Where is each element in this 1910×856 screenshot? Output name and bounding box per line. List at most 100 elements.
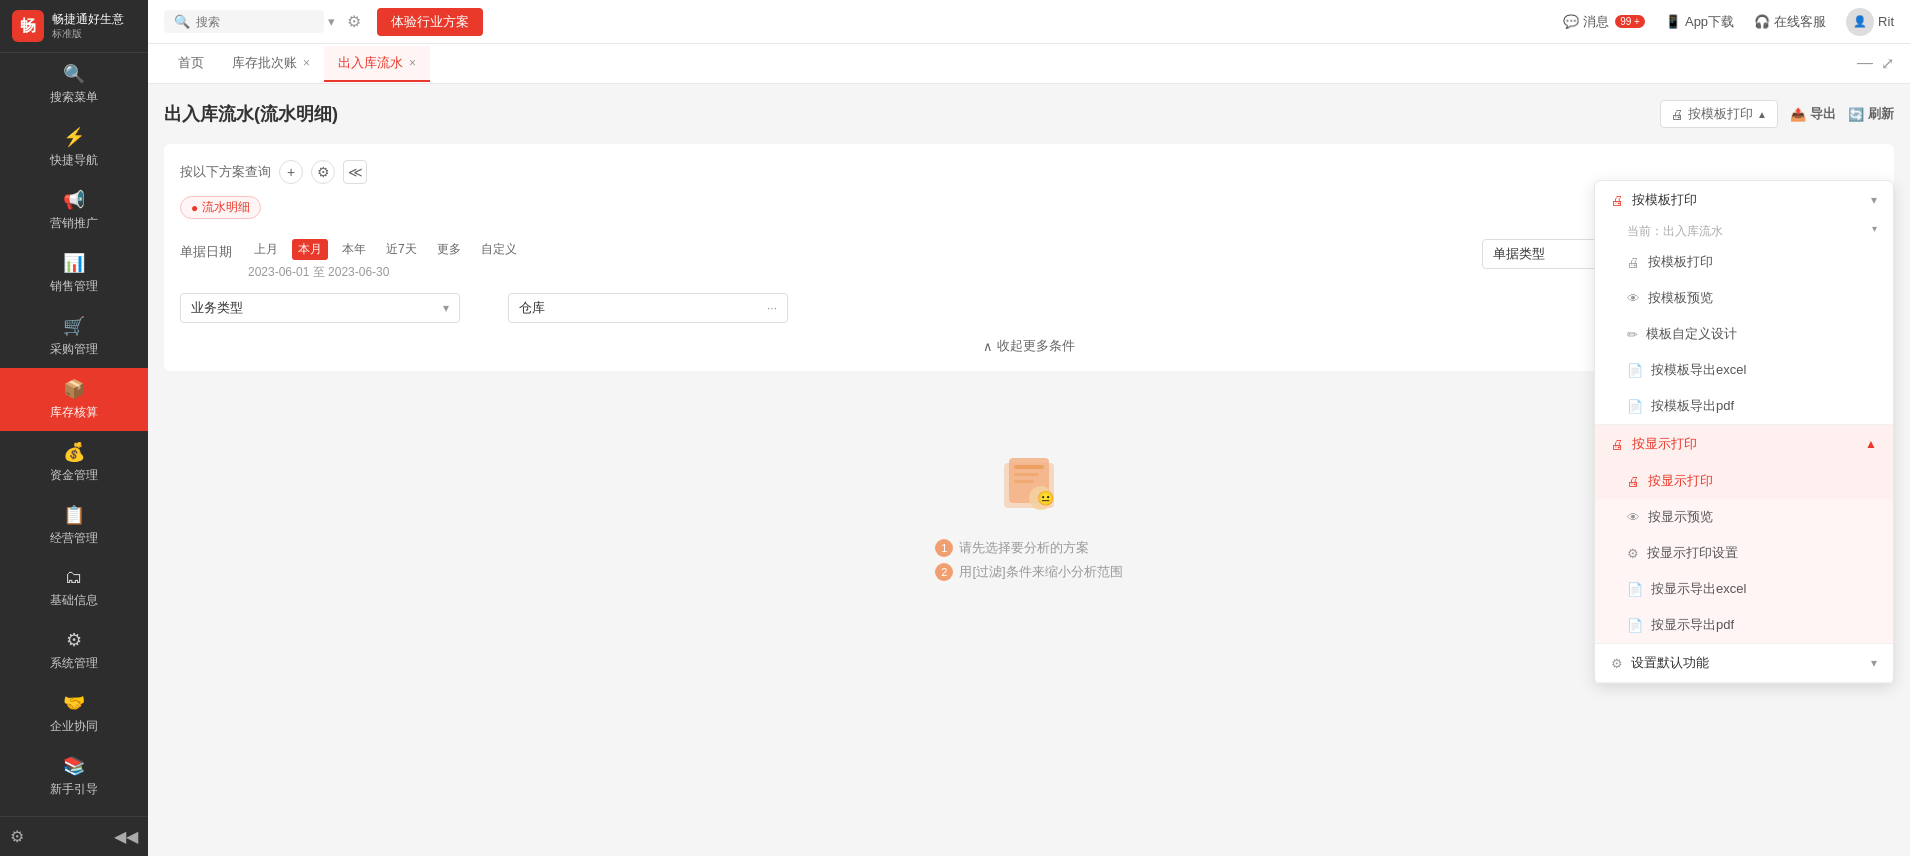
biz-type-label: 业务类型 bbox=[191, 299, 243, 317]
avatar: 👤 bbox=[1846, 8, 1874, 36]
date-tab-this-year[interactable]: 本年 bbox=[336, 239, 372, 260]
tab-home[interactable]: 首页 bbox=[164, 46, 218, 82]
warehouse-field[interactable]: 仓库 ··· bbox=[508, 293, 788, 323]
collapse-label: 收起更多条件 bbox=[997, 337, 1075, 355]
display-preview-label: 按显示预览 bbox=[1648, 508, 1713, 526]
empty-tip-2: 2 用[过滤]条件来缩小分析范围 bbox=[935, 563, 1122, 581]
sidebar-item-sales[interactable]: 📊 销售管理 bbox=[0, 242, 148, 305]
dropdown-item-template-export-excel[interactable]: 📄 按模板导出excel bbox=[1595, 352, 1893, 388]
topbar-message[interactable]: 💬 消息 99 + bbox=[1563, 13, 1645, 31]
refresh-btn[interactable]: 🔄 刷新 bbox=[1848, 105, 1894, 123]
template-print-label: 按模板打印 bbox=[1632, 191, 1697, 209]
sidebar-settings-icon[interactable]: ⚙ bbox=[10, 827, 24, 846]
print-template-btn[interactable]: 🖨 按模板打印 ▲ bbox=[1660, 100, 1778, 128]
dropdown-section-template: 🖨 按模板打印 ▾ 当前：出入库流水 ▾ 🖨 按模板打印 👁 按模板预览 bbox=[1595, 181, 1893, 425]
tab-inout-flow-close[interactable]: × bbox=[409, 56, 416, 70]
print-icon: 🖨 bbox=[1671, 107, 1684, 122]
filter-collapse-btn[interactable]: ≪ bbox=[343, 160, 367, 184]
empty-tips: 1 请先选择要分析的方案 2 用[过滤]条件来缩小分析范围 bbox=[935, 539, 1122, 587]
svg-rect-3 bbox=[1014, 473, 1039, 476]
topbar-gear-icon[interactable]: ⚙ bbox=[347, 12, 361, 31]
chevron-up-icon: ∧ bbox=[983, 339, 993, 354]
topbar-app-download[interactable]: 📱 App下载 bbox=[1665, 13, 1734, 31]
display-print-item-icon: 🖨 bbox=[1627, 474, 1640, 489]
dropdown-section-template-header[interactable]: 🖨 按模板打印 ▾ bbox=[1595, 181, 1893, 219]
svg-rect-2 bbox=[1014, 465, 1044, 469]
sidebar-item-finance[interactable]: 💰 资金管理 bbox=[0, 431, 148, 494]
date-tab-last-month[interactable]: 上月 bbox=[248, 239, 284, 260]
sidebar-item-operations[interactable]: 📋 经营管理 bbox=[0, 494, 148, 557]
dropdown-item-display-preview[interactable]: 👁 按显示预览 bbox=[1595, 499, 1893, 535]
warehouse-dots-icon: ··· bbox=[767, 301, 777, 315]
dropdown-item-display-print-settings[interactable]: ⚙ 按显示打印设置 bbox=[1595, 535, 1893, 571]
dropdown-section-default-title: ⚙ 设置默认功能 bbox=[1611, 654, 1709, 672]
date-tab-more[interactable]: 更多 bbox=[431, 239, 467, 260]
refresh-icon: 🔄 bbox=[1848, 107, 1864, 122]
sidebar-item-purchase[interactable]: 🛒 采购管理 bbox=[0, 305, 148, 368]
dropdown-item-display-export-excel[interactable]: 📄 按显示导出excel bbox=[1595, 571, 1893, 607]
display-pdf-icon: 📄 bbox=[1627, 618, 1643, 633]
sub-label-arrow-icon: ▾ bbox=[1872, 223, 1877, 234]
doc-type-label: 单据类型 bbox=[1493, 245, 1545, 263]
filter-settings-btn[interactable]: ⚙ bbox=[311, 160, 335, 184]
tip-text-1: 请先选择要分析的方案 bbox=[959, 539, 1089, 557]
tab-inout-flow[interactable]: 出入库流水 × bbox=[324, 46, 430, 82]
sidebar-item-system[interactable]: ⚙ 系统管理 bbox=[0, 619, 148, 682]
page-title: 出入库流水(流水明细) bbox=[164, 102, 338, 126]
dropdown-item-display-print[interactable]: 🖨 按显示打印 bbox=[1595, 463, 1893, 499]
finance-icon: 💰 bbox=[63, 441, 85, 463]
topbar-customer-service[interactable]: 🎧 在线客服 bbox=[1754, 13, 1826, 31]
date-tab-this-month[interactable]: 本月 bbox=[292, 239, 328, 260]
search-input[interactable] bbox=[196, 15, 314, 29]
sidebar-item-marketing-label: 营销推广 bbox=[50, 215, 98, 232]
logo-text-block: 畅捷通好生意 标准版 bbox=[52, 11, 124, 42]
tabs-bar: 首页 库存批次账 × 出入库流水 × — ⤢ bbox=[148, 44, 1910, 84]
dropdown-item-template-export-pdf[interactable]: 📄 按模板导出pdf bbox=[1595, 388, 1893, 424]
date-tab-7days[interactable]: 近7天 bbox=[380, 239, 423, 260]
export-btn[interactable]: 📤 导出 bbox=[1790, 105, 1836, 123]
dropdown-section-template-title: 🖨 按模板打印 bbox=[1611, 191, 1697, 209]
basic-icon: 🗂 bbox=[65, 567, 83, 588]
topbar-user[interactable]: 👤 Rit bbox=[1846, 8, 1894, 36]
sidebar-item-enterprise-label: 企业协同 bbox=[50, 718, 98, 735]
dropdown-item-template-preview[interactable]: 👁 按模板预览 bbox=[1595, 280, 1893, 316]
filter-tools: + ⚙ ≪ bbox=[279, 160, 367, 184]
sidebar-collapse-icon[interactable]: ◀◀ bbox=[114, 827, 138, 846]
dropdown-sub-label: 当前：出入库流水 ▾ bbox=[1595, 219, 1893, 244]
business-type-field[interactable]: 业务类型 ▾ bbox=[180, 293, 460, 323]
dropdown-item-template-custom[interactable]: ✏ 模板自定义设计 bbox=[1595, 316, 1893, 352]
dropdown-section-default-header[interactable]: ⚙ 设置默认功能 ▾ bbox=[1595, 644, 1893, 682]
dropdown-section-display-header[interactable]: 🖨 按显示打印 ▲ bbox=[1595, 425, 1893, 463]
dropdown-section-display-title: 🖨 按显示打印 bbox=[1611, 435, 1697, 453]
sidebar-item-basic[interactable]: 🗂 基础信息 bbox=[0, 557, 148, 619]
page-title-row: 出入库流水(流水明细) 🖨 按模板打印 ▲ 📤 导出 🔄 刷新 bbox=[164, 100, 1894, 128]
tab-batch-account[interactable]: 库存批次账 × bbox=[218, 46, 324, 82]
message-label: 消息 bbox=[1583, 13, 1609, 31]
filter-add-btn[interactable]: + bbox=[279, 160, 303, 184]
template-print-item-label: 按模板打印 bbox=[1648, 253, 1713, 271]
template-export-excel-label: 按模板导出excel bbox=[1651, 361, 1746, 379]
tab-minimize-icon[interactable]: — bbox=[1857, 54, 1873, 73]
sidebar-item-quick-nav[interactable]: ⚡ 快捷导航 bbox=[0, 116, 148, 179]
topbar-chevron-icon[interactable]: ▾ bbox=[328, 14, 335, 29]
sidebar-item-enterprise[interactable]: 🤝 企业协同 bbox=[0, 682, 148, 745]
tab-batch-account-close[interactable]: × bbox=[303, 56, 310, 70]
sidebar-item-marketing[interactable]: 📢 营销推广 bbox=[0, 179, 148, 242]
sidebar-item-guide[interactable]: 📚 新手引导 bbox=[0, 745, 148, 808]
sidebar-item-app-center[interactable]: 🔲 应用中心 bbox=[0, 808, 148, 816]
dropdown-item-template-print[interactable]: 🖨 按模板打印 bbox=[1595, 244, 1893, 280]
industry-btn[interactable]: 体验行业方案 bbox=[377, 8, 483, 36]
template-preview-icon: 👁 bbox=[1627, 291, 1640, 306]
sidebar-item-guide-label: 新手引导 bbox=[50, 781, 98, 798]
date-tab-custom[interactable]: 自定义 bbox=[475, 239, 523, 260]
dropdown-item-display-export-pdf[interactable]: 📄 按显示导出pdf bbox=[1595, 607, 1893, 643]
sidebar-item-inventory[interactable]: 📦 库存核算 bbox=[0, 368, 148, 431]
purchase-icon: 🛒 bbox=[63, 315, 85, 337]
enterprise-icon: 🤝 bbox=[63, 692, 85, 714]
date-tabs: 上月 本月 本年 近7天 更多 自定义 bbox=[248, 239, 523, 260]
topbar-search-box[interactable]: 🔍 bbox=[164, 10, 324, 33]
sidebar-item-search[interactable]: 🔍 搜索菜单 bbox=[0, 53, 148, 116]
sidebar-item-operations-label: 经营管理 bbox=[50, 530, 98, 547]
tab-maximize-icon[interactable]: ⤢ bbox=[1881, 54, 1894, 73]
sidebar-item-system-label: 系统管理 bbox=[50, 655, 98, 672]
